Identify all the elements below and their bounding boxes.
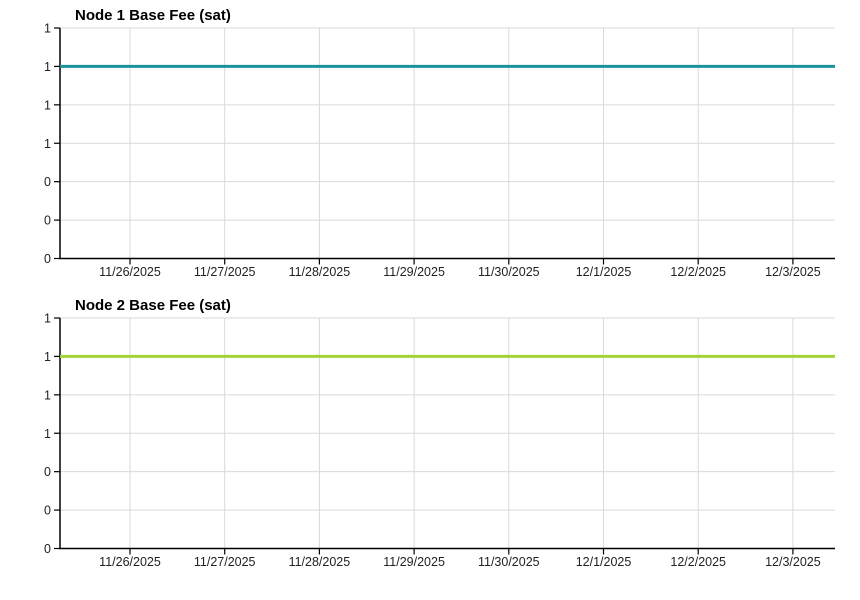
y-tick-label: 0 <box>44 175 51 189</box>
x-tick-label: 11/30/2025 <box>478 265 540 279</box>
chart-title: Node 2 Base Fee (sat) <box>75 297 231 314</box>
y-tick-label: 0 <box>44 214 51 228</box>
y-tick-label: 1 <box>44 60 51 74</box>
x-tick-label: 11/28/2025 <box>289 555 351 569</box>
y-tick-label: 1 <box>44 427 51 441</box>
y-tick-label: 0 <box>44 504 51 518</box>
y-tick-label: 1 <box>44 137 51 151</box>
y-tick-label: 0 <box>44 465 51 479</box>
x-tick-label: 12/2/2025 <box>670 265 726 279</box>
y-tick-label: 1 <box>44 312 51 326</box>
x-tick-label: 11/29/2025 <box>383 265 445 279</box>
x-tick-label: 12/3/2025 <box>765 555 821 569</box>
chart-node-1-base-fee-sat: 1 1 1 1 0 0 0 11/26/2025 11/27/2025 11/28/2025 11/… <box>44 7 835 279</box>
chart-title: Node 1 Base Fee (sat) <box>75 7 231 24</box>
x-tick-label: 12/3/2025 <box>765 265 821 279</box>
x-tick-label: 11/26/2025 <box>99 265 161 279</box>
y-tick-label: 1 <box>44 22 51 36</box>
x-tick-label: 12/1/2025 <box>576 555 632 569</box>
fee-charts-dashboard: 1 1 1 1 0 0 0 11/26/2025 11/27/2025 11/28/2025 11/… <box>0 0 860 600</box>
x-tick-label: 11/26/2025 <box>99 555 161 569</box>
y-tick-label: 1 <box>44 388 51 402</box>
x-tick-label: 11/27/2025 <box>194 555 256 569</box>
chart-node-2-base-fee-sat: 1 1 1 1 0 0 0 11/26/2025 11/27/2025 11/28/2025 11/… <box>44 297 835 569</box>
x-tick-label: 11/29/2025 <box>383 555 445 569</box>
x-tick-label: 11/27/2025 <box>194 265 256 279</box>
y-tick-label: 0 <box>44 252 51 266</box>
y-tick-label: 1 <box>44 350 51 364</box>
charts-svg: 1 1 1 1 0 0 0 11/26/2025 11/27/2025 11/28/2025 11/… <box>44 7 835 569</box>
x-tick-label: 11/30/2025 <box>478 555 540 569</box>
y-tick-label: 0 <box>44 542 51 556</box>
y-tick-label: 1 <box>44 98 51 112</box>
x-tick-label: 11/28/2025 <box>289 265 351 279</box>
x-tick-label: 12/2/2025 <box>670 555 726 569</box>
x-tick-label: 12/1/2025 <box>576 265 632 279</box>
